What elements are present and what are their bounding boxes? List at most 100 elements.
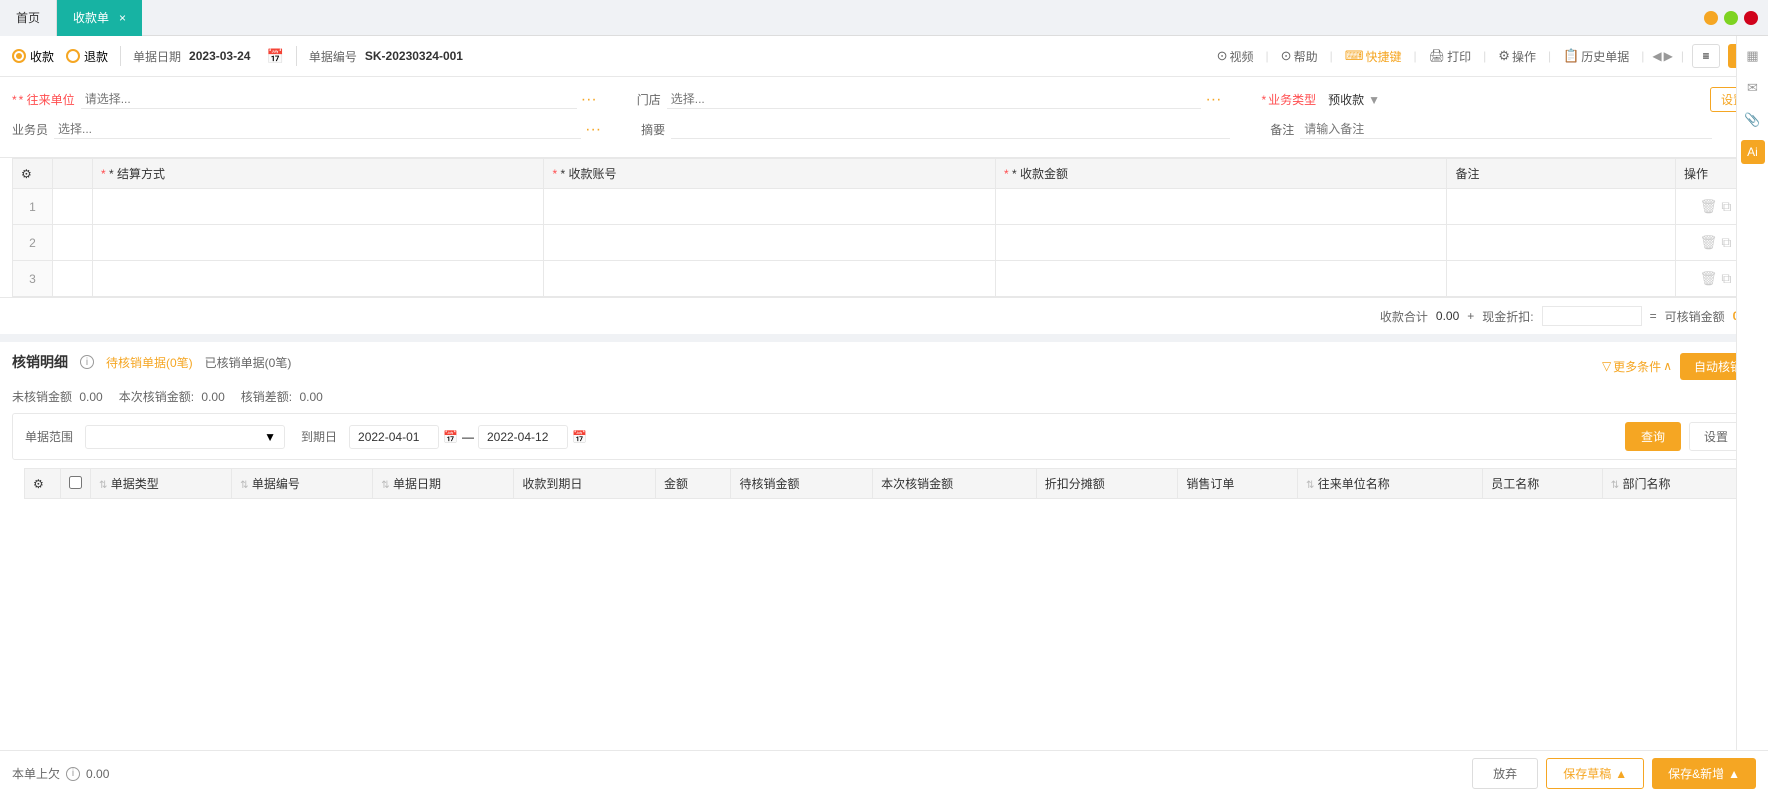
discount-input[interactable] — [1542, 306, 1642, 326]
row-3-amount[interactable] — [995, 261, 1446, 297]
counterpart-input[interactable] — [81, 90, 577, 109]
calendar-to-icon[interactable]: 📅 — [572, 430, 587, 444]
row-1-delete-icon[interactable]: 🗑 — [1700, 198, 1718, 215]
col-voucher-num: ⇅ 单据编号 — [232, 469, 373, 499]
counterpart-more-icon[interactable]: ··· — [581, 91, 597, 109]
nav-left-icon[interactable]: ◀ — [1652, 49, 1661, 63]
print-btn[interactable]: 🖨 打印 — [1425, 46, 1476, 67]
unverified-label: 未核销金额 — [12, 390, 72, 404]
help-btn[interactable]: ⊙ 帮助 — [1277, 46, 1322, 67]
business-type-arrow[interactable]: ▼ — [1368, 93, 1380, 107]
bottom-settings-col[interactable]: ⚙ — [25, 469, 61, 499]
summary-row: 收款合计 0.00 + 现金折扣: = 可核销金额 0.00 — [0, 297, 1768, 334]
row-2-delete-icon[interactable]: 🗑 — [1700, 234, 1718, 251]
sidebar-ai-icon[interactable]: Ai — [1741, 140, 1765, 164]
date-from-input[interactable] — [349, 425, 439, 449]
row-1-settlement[interactable] — [93, 189, 544, 225]
help-icon: ⊙ — [1281, 48, 1292, 64]
maximize-btn[interactable] — [1724, 11, 1738, 25]
store-input[interactable] — [667, 90, 1202, 109]
summary-input[interactable] — [671, 120, 1230, 139]
row-2-settlement[interactable] — [93, 225, 544, 261]
close-win-btn[interactable] — [1744, 11, 1758, 25]
row-1-remark[interactable] — [1447, 189, 1676, 225]
bottom-table-header: ⚙ ⇅ 单据类型 ⇅ 单据编号 ⇅ 单据日期 收款到期日 金额 待核销金额 本次… — [25, 469, 1744, 499]
row-1-account[interactable] — [544, 189, 995, 225]
shortcut-btn[interactable]: ⌨ 快捷键 — [1341, 46, 1406, 67]
tab-home[interactable]: 首页 — [0, 0, 57, 36]
col-counterpart: ⇅ 往来单位名称 — [1297, 469, 1482, 499]
date-to-input[interactable] — [478, 425, 568, 449]
number-value: SK-20230324-001 — [365, 49, 463, 63]
remark-field: 备注 — [1270, 120, 1712, 139]
hexiao-info-icon[interactable]: i — [80, 355, 94, 369]
history-label: 历史单据 — [1581, 48, 1629, 65]
tab-receipt[interactable]: 收款单 × — [57, 0, 142, 36]
video-btn[interactable]: ⊙ 视频 — [1213, 46, 1258, 67]
footer-left: 本单上欠 i 0.00 — [12, 765, 109, 782]
right-sidebar: ▦ ✉ 📎 Ai — [1736, 36, 1768, 750]
filter-settings-btn[interactable]: 设置 — [1689, 422, 1743, 451]
row-1-copy-icon[interactable]: ⧉ — [1721, 198, 1731, 215]
counterpart-field: * * 往来单位 ··· — [12, 90, 597, 109]
row-3-remark[interactable] — [1447, 261, 1676, 297]
footer-info-icon[interactable]: i — [66, 767, 80, 781]
sidebar-mail-icon[interactable]: ✉ — [1741, 76, 1765, 100]
nav-right-icon[interactable]: ▶ — [1664, 49, 1673, 63]
more-conditions-btn[interactable]: ▽ 更多条件 ∧ — [1602, 358, 1672, 375]
store-more-icon[interactable]: ··· — [1205, 91, 1221, 109]
sidebar-clip-icon[interactable]: 📎 — [1741, 108, 1765, 132]
receipt-type-group: 收款 退款 — [12, 48, 108, 65]
remark-label: 备注 — [1270, 121, 1294, 138]
calendar-from-icon[interactable]: 📅 — [443, 430, 458, 444]
salesperson-input[interactable] — [54, 120, 581, 139]
abandon-btn[interactable]: 放弃 — [1472, 758, 1538, 789]
counterpart-required: * — [12, 93, 17, 107]
total-label: 收款合计 — [1380, 308, 1428, 325]
pending-tab[interactable]: 待核销单据(0笔) — [106, 354, 193, 371]
receipt-radio[interactable]: 收款 — [12, 48, 54, 65]
hexiao-header: 核销明细 i 待核销单据(0笔) 已核销单据(0笔) — [12, 352, 291, 372]
save-new-arrow: ▲ — [1728, 767, 1740, 781]
equals-sign: = — [1650, 309, 1657, 323]
settings-col-header[interactable]: ⚙ — [13, 159, 53, 189]
col-current-amount: 本次核销金额 — [873, 469, 1037, 499]
row-3-settlement[interactable] — [93, 261, 544, 297]
salesperson-more-icon[interactable]: ··· — [585, 121, 601, 139]
row-2-remark[interactable] — [1447, 225, 1676, 261]
save-draft-btn[interactable]: 保存草稿 ▲ — [1546, 758, 1644, 789]
remark-col-header: 备注 — [1447, 159, 1676, 189]
date-calendar-icon[interactable]: 📅 — [266, 48, 283, 65]
query-btn[interactable]: 查询 — [1625, 422, 1681, 451]
row-3-num: 3 — [13, 261, 53, 297]
tab-bar: 首页 收款单 × — [0, 0, 1768, 36]
due-label: 到期日 — [301, 428, 337, 445]
row-3-copy-icon[interactable]: ⧉ — [1721, 270, 1731, 287]
range-select[interactable]: ▼ — [85, 425, 285, 449]
print-label: 打印 — [1447, 48, 1471, 65]
date-range-sep: — — [462, 430, 474, 444]
business-type-required: * — [1261, 93, 1266, 107]
form-area: * * 往来单位 ··· 门店 ··· * 业务类型 预收款 ▼ 设置 — [0, 77, 1768, 158]
select-all-checkbox[interactable] — [69, 476, 82, 489]
save-new-btn[interactable]: 保存&新增 ▲ — [1652, 758, 1756, 789]
row-2-copy-icon[interactable]: ⧉ — [1721, 234, 1731, 251]
row-3-delete-icon[interactable]: 🗑 — [1700, 270, 1718, 287]
row-1-amount[interactable] — [995, 189, 1446, 225]
refund-radio[interactable]: 退款 — [66, 48, 108, 65]
sidebar-table-icon[interactable]: ▦ — [1741, 44, 1765, 68]
row-3-account[interactable] — [544, 261, 995, 297]
col-due-date: 收款到期日 — [514, 469, 656, 499]
history-btn[interactable]: 📋 历史单据 — [1559, 46, 1633, 67]
remark-input[interactable] — [1300, 120, 1712, 139]
receipt-radio-dot — [12, 49, 26, 63]
counterpart-label: * 往来单位 — [19, 91, 75, 108]
minimize-btn[interactable] — [1704, 11, 1718, 25]
done-tab[interactable]: 已核销单据(0笔) — [205, 354, 292, 371]
tab-close-icon[interactable]: × — [119, 11, 126, 25]
list-view-btn[interactable]: ≡ — [1692, 44, 1720, 68]
divider-1 — [120, 46, 121, 66]
row-2-amount[interactable] — [995, 225, 1446, 261]
operation-btn[interactable]: ⚙ 操作 — [1494, 46, 1540, 67]
row-2-account[interactable] — [544, 225, 995, 261]
